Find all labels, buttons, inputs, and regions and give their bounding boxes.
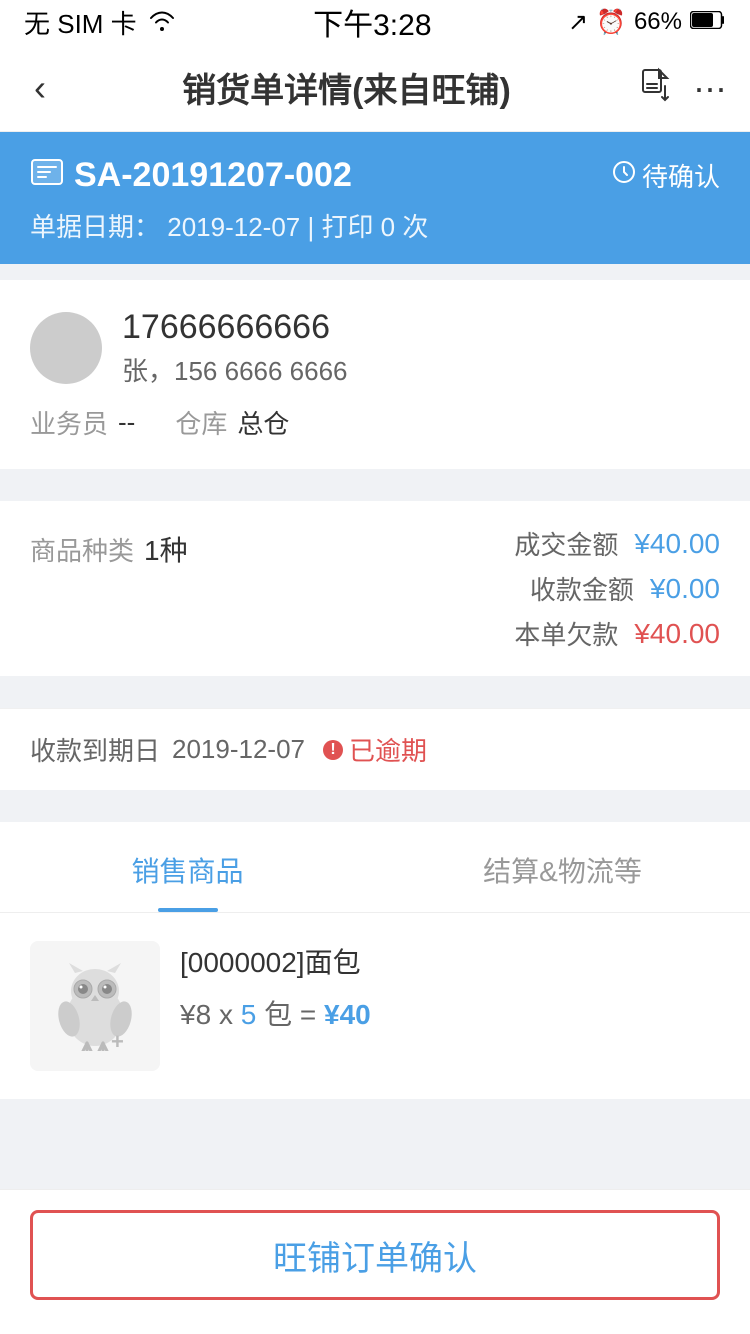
avatar bbox=[30, 312, 102, 384]
product-info: [0000002]面包 ¥8 x 5 包 = ¥40 bbox=[180, 941, 720, 1033]
product-type: 商品种类 1种 bbox=[30, 525, 188, 569]
nav-actions: ··· bbox=[637, 66, 726, 110]
status-right: ↗ ⏰ 66% bbox=[568, 8, 726, 37]
back-button[interactable]: ‹ bbox=[24, 57, 56, 119]
customer-fields: 业务员 -- 仓库 总仓 bbox=[30, 404, 720, 441]
carrier-label: 无 SIM 卡 bbox=[24, 4, 137, 41]
overdue-dot-icon: ! bbox=[323, 740, 343, 760]
amounts-card: 商品种类 1种 成交金额 ¥40.00 收款金额 ¥0.00 本单欠款 ¥40.… bbox=[0, 501, 750, 676]
due-date-card: 收款到期日 2019-12-07 ! 已逾期 bbox=[0, 708, 750, 790]
divider-1 bbox=[0, 264, 750, 280]
customer-card: 17666666666 张，156 6666 6666 业务员 -- 仓库 总仓 bbox=[0, 280, 750, 469]
product-name: [0000002]面包 bbox=[180, 941, 720, 981]
status-bar: 无 SIM 卡 下午3:28 ↗ ⏰ 66% bbox=[0, 0, 750, 44]
battery-label: 66% bbox=[634, 8, 682, 36]
clock-icon bbox=[612, 160, 636, 191]
divider-3 bbox=[0, 692, 750, 708]
order-header-card: SA-20191207-002 待确认 单据日期： 2019-12-07 | 打… bbox=[0, 132, 750, 264]
tab-products[interactable]: 销售商品 bbox=[0, 822, 375, 912]
amount-details: 成交金额 ¥40.00 收款金额 ¥0.00 本单欠款 ¥40.00 bbox=[514, 525, 720, 652]
wifi-icon bbox=[147, 7, 177, 38]
svg-text:+: + bbox=[111, 1029, 124, 1051]
customer-name: 张，156 6666 6666 bbox=[122, 351, 348, 388]
order-id: SA-20191207-002 bbox=[30, 156, 352, 195]
order-status: 待确认 bbox=[612, 157, 720, 194]
salesman-field: 业务员 -- bbox=[30, 404, 135, 441]
page-title: 销货单详情(来自旺铺) bbox=[182, 63, 511, 112]
overdue-badge: ! 已逾期 bbox=[323, 731, 427, 768]
status-left: 无 SIM 卡 bbox=[24, 4, 177, 41]
order-icon bbox=[30, 156, 64, 195]
product-item: + [0000002]面包 ¥8 x 5 包 = ¥40 bbox=[0, 913, 750, 1099]
more-button[interactable]: ··· bbox=[693, 67, 726, 109]
warehouse-field: 仓库 总仓 bbox=[175, 404, 289, 441]
battery-icon bbox=[690, 8, 726, 36]
confirm-order-button[interactable]: 旺铺订单确认 bbox=[30, 1210, 720, 1300]
bottom-bar: 旺铺订单确认 bbox=[0, 1189, 750, 1334]
deal-amount-line: 成交金额 ¥40.00 bbox=[514, 525, 720, 562]
product-price: ¥8 x 5 包 = ¥40 bbox=[180, 993, 720, 1033]
alarm-icon: ⏰ bbox=[596, 8, 626, 37]
customer-phone: 17666666666 bbox=[122, 308, 348, 347]
received-amount-line: 收款金额 ¥0.00 bbox=[530, 570, 720, 607]
share-button[interactable] bbox=[637, 66, 673, 110]
tabs-bar: 销售商品 结算&物流等 bbox=[0, 822, 750, 913]
tab-settlement[interactable]: 结算&物流等 bbox=[375, 822, 750, 912]
order-meta: 单据日期： 2019-12-07 | 打印 0 次 bbox=[30, 207, 720, 244]
divider-2 bbox=[0, 485, 750, 501]
product-thumbnail: + bbox=[30, 941, 160, 1071]
divider-4 bbox=[0, 790, 750, 806]
nav-bar: ‹ 销货单详情(来自旺铺) ··· bbox=[0, 44, 750, 132]
tabs-section: 销售商品 结算&物流等 bbox=[0, 822, 750, 1099]
location-icon: ↗ bbox=[568, 8, 588, 37]
status-time: 下午3:28 bbox=[313, 0, 431, 44]
owed-amount-line: 本单欠款 ¥40.00 bbox=[514, 615, 720, 652]
